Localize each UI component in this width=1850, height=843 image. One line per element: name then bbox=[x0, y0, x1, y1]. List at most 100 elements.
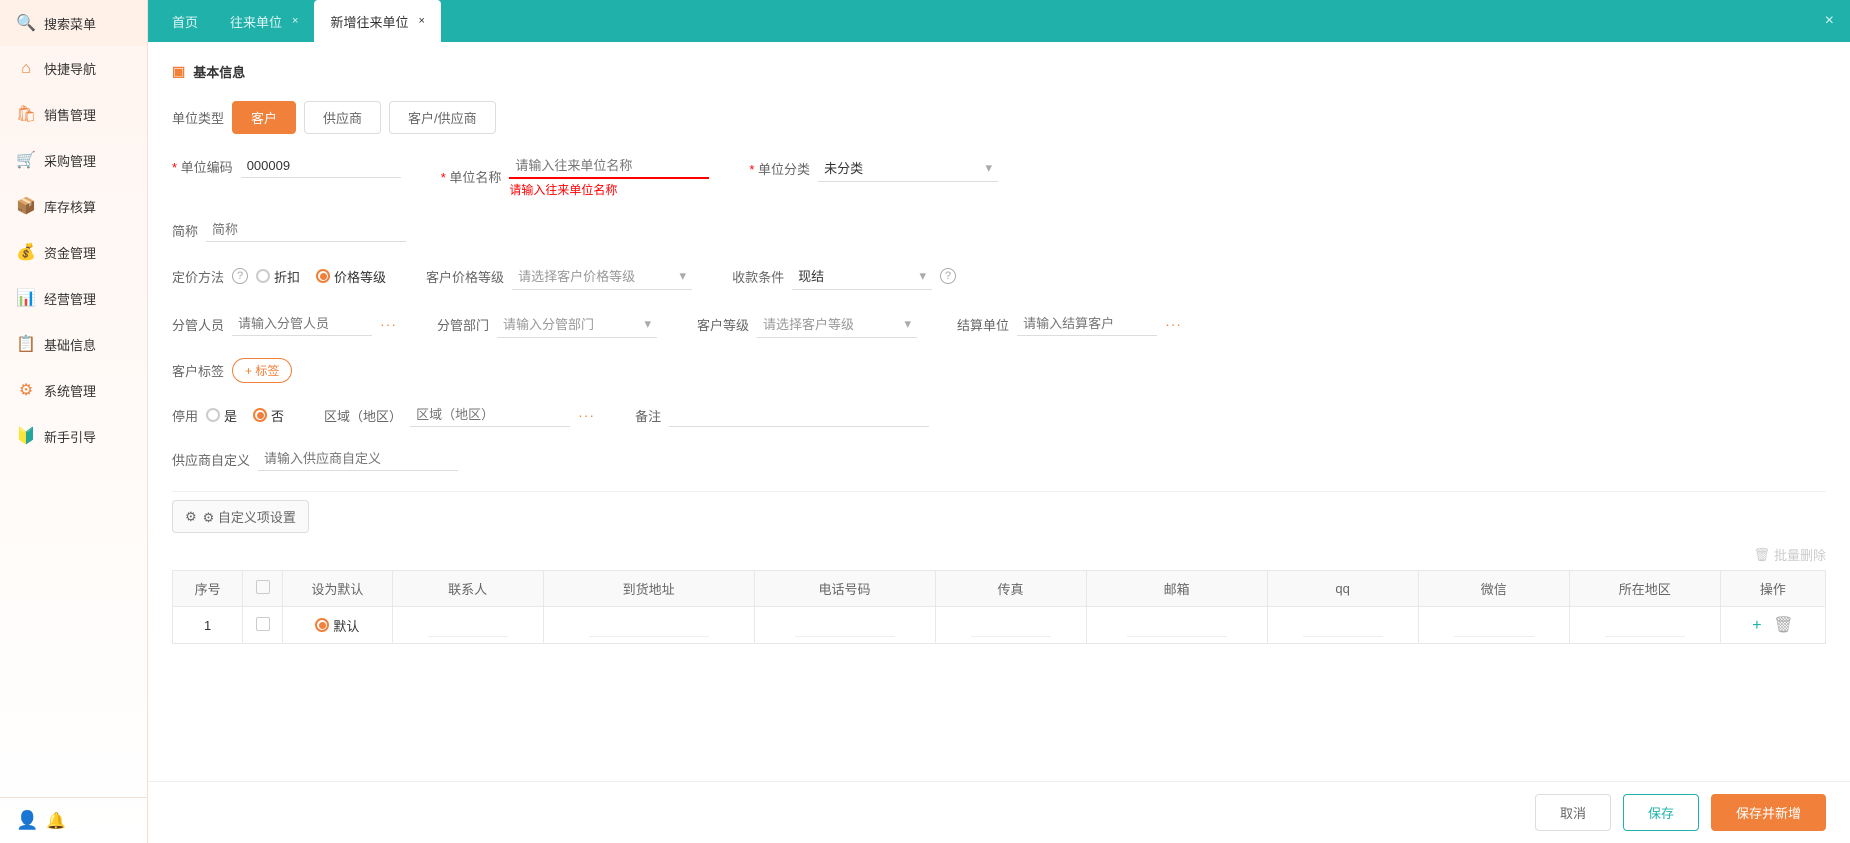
disabled-radio-group: 是 否 bbox=[206, 406, 284, 425]
tab-home[interactable]: 首页 bbox=[156, 0, 214, 42]
basic-info-icon: 📋 bbox=[16, 334, 36, 354]
unit-category-label: 单位分类 bbox=[749, 159, 810, 178]
delete-row-btn[interactable]: 🗑 bbox=[1773, 617, 1793, 634]
pricing-radio-level[interactable]: 价格等级 bbox=[316, 267, 386, 286]
unit-type-buttons: 客户 供应商 客户/供应商 bbox=[232, 101, 496, 134]
payment-terms-help-icon[interactable]: ? bbox=[940, 268, 956, 284]
contact-input[interactable] bbox=[428, 613, 508, 637]
phone-input[interactable] bbox=[795, 613, 895, 637]
th-action: 操作 bbox=[1720, 571, 1825, 607]
qq-input[interactable] bbox=[1303, 613, 1383, 637]
save-and-new-button[interactable]: 保存并新增 bbox=[1711, 794, 1826, 831]
fax-input[interactable] bbox=[971, 613, 1051, 637]
form-group-customer-price-level: 客户价格等级 请选择客户价格等级 ▾ bbox=[426, 262, 692, 290]
payment-terms-select[interactable]: 现结 ▾ bbox=[792, 262, 932, 290]
section-title: 基本信息 bbox=[193, 62, 245, 81]
custom-settings-btn[interactable]: ⚙ ⚙ 自定义项设置 bbox=[172, 500, 309, 533]
customer-level-select[interactable]: 请选择客户等级 ▾ bbox=[757, 310, 917, 338]
form-group-remarks: 备注 bbox=[635, 403, 929, 427]
disabled-radio-yes[interactable]: 是 bbox=[206, 406, 237, 425]
tab-partners-close[interactable]: × bbox=[292, 15, 298, 27]
manager-more-btn[interactable]: ··· bbox=[380, 316, 397, 332]
wechat-input[interactable] bbox=[1454, 613, 1534, 637]
type-btn-customer[interactable]: 客户 bbox=[232, 101, 296, 134]
supplier-custom-input[interactable] bbox=[258, 447, 458, 471]
home-icon: ⌂ bbox=[16, 60, 36, 78]
tabbar-close-all[interactable]: × bbox=[1817, 12, 1842, 30]
unit-code-label: 单位编码 bbox=[172, 157, 233, 176]
customer-price-level-select[interactable]: 请选择客户价格等级 ▾ bbox=[512, 262, 692, 290]
pricing-radio-group: 折扣 价格等级 bbox=[256, 267, 386, 286]
sidebar-item-quick-nav[interactable]: ⌂ 快捷导航 bbox=[0, 46, 147, 91]
table-region-input[interactable] bbox=[1605, 613, 1685, 637]
tab-partners[interactable]: 往来单位 × bbox=[214, 0, 314, 42]
cancel-button[interactable]: 取消 bbox=[1535, 794, 1611, 831]
sidebar-item-search[interactable]: 🔍 搜索菜单 bbox=[0, 0, 147, 46]
add-row-btn[interactable]: + bbox=[1752, 617, 1761, 634]
sidebar-item-guide[interactable]: 🔰 新手引导 bbox=[0, 413, 147, 459]
section-icon: ▣ bbox=[172, 63, 185, 80]
form-group-customer-level: 客户等级 请选择客户等级 ▾ bbox=[697, 310, 917, 338]
th-address: 到货地址 bbox=[543, 571, 754, 607]
radio-level-circle bbox=[316, 269, 330, 283]
disabled-radio-no[interactable]: 否 bbox=[253, 406, 284, 425]
sidebar-item-operations[interactable]: 📊 经营管理 bbox=[0, 275, 147, 321]
tab-new-partner[interactable]: 新增往来单位 × bbox=[314, 0, 440, 42]
set-default-radio[interactable]: 默认 bbox=[293, 616, 381, 635]
region-input[interactable] bbox=[410, 403, 570, 427]
inventory-icon: 📦 bbox=[16, 196, 36, 216]
search-icon: 🔍 bbox=[16, 13, 36, 33]
radio-no-circle bbox=[253, 408, 267, 422]
cell-address bbox=[543, 607, 754, 644]
form-row-pricing: 定价方法 ? 折扣 价格等级 客户价格等级 请选择客户价格等级 bbox=[172, 262, 1826, 290]
department-select[interactable]: 请输入分管部门 ▾ bbox=[497, 310, 657, 338]
form-group-manager: 分管人员 ··· bbox=[172, 312, 397, 336]
unit-category-select[interactable]: 未分类 ▾ bbox=[818, 154, 998, 182]
sidebar-item-inventory[interactable]: 📦 库存核算 bbox=[0, 183, 147, 229]
remarks-input[interactable] bbox=[669, 403, 929, 427]
default-radio-circle bbox=[315, 618, 329, 632]
th-email: 邮箱 bbox=[1086, 571, 1267, 607]
manager-input[interactable] bbox=[232, 312, 372, 336]
form-row-manager: 分管人员 ··· 分管部门 请输入分管部门 ▾ 客户等级 请选择客户等级 ▾ 结… bbox=[172, 310, 1826, 338]
address-input[interactable] bbox=[589, 613, 709, 637]
tabbar: 首页 往来单位 × 新增往来单位 × × bbox=[148, 0, 1850, 42]
short-name-input[interactable] bbox=[206, 218, 406, 242]
th-checkbox bbox=[243, 571, 283, 607]
form-group-settlement-unit: 结算单位 ··· bbox=[957, 312, 1182, 336]
operations-icon: 📊 bbox=[16, 288, 36, 308]
pricing-radio-discount[interactable]: 折扣 bbox=[256, 267, 300, 286]
tags-label: 客户标签 bbox=[172, 361, 224, 380]
unit-code-input[interactable] bbox=[241, 154, 401, 178]
cell-wechat bbox=[1418, 607, 1569, 644]
form-group-disabled: 停用 是 否 bbox=[172, 406, 284, 425]
type-btn-supplier[interactable]: 供应商 bbox=[304, 101, 381, 134]
sidebar-item-system[interactable]: ⚙ 系统管理 bbox=[0, 367, 147, 413]
type-btn-both[interactable]: 客户/供应商 bbox=[389, 101, 496, 134]
system-icon: ⚙ bbox=[16, 380, 36, 400]
cell-default: 默认 bbox=[283, 607, 392, 644]
tab-new-partner-close[interactable]: × bbox=[418, 15, 424, 27]
th-phone: 电话号码 bbox=[754, 571, 935, 607]
unit-name-input[interactable] bbox=[509, 154, 709, 179]
add-tag-btn[interactable]: + 标签 bbox=[232, 358, 292, 383]
th-qq: qq bbox=[1267, 571, 1418, 607]
sidebar-item-basic-info[interactable]: 📋 基础信息 bbox=[0, 321, 147, 367]
form-row-unit-code: 单位编码 单位名称 请输入往来单位名称 单位分类 未分类 ▾ bbox=[172, 154, 1826, 198]
email-input[interactable] bbox=[1127, 613, 1227, 637]
sidebar-item-purchase[interactable]: 🛒 采购管理 bbox=[0, 137, 147, 183]
settlement-unit-more-btn[interactable]: ··· bbox=[1165, 316, 1182, 332]
batch-delete-label[interactable]: 批量删除 bbox=[1774, 545, 1826, 564]
select-all-checkbox[interactable] bbox=[256, 580, 270, 594]
region-more-btn[interactable]: ··· bbox=[578, 407, 595, 423]
sidebar-item-finance[interactable]: 💰 资金管理 bbox=[0, 229, 147, 275]
save-button[interactable]: 保存 bbox=[1623, 794, 1699, 831]
row-checkbox[interactable] bbox=[256, 617, 270, 631]
main-content: 首页 往来单位 × 新增往来单位 × × ▣ 基本信息 单位类型 客户 供应商 … bbox=[148, 0, 1850, 843]
payment-terms-chevron: ▾ bbox=[920, 268, 927, 284]
settlement-unit-input[interactable] bbox=[1017, 312, 1157, 336]
unit-type-label: 单位类型 bbox=[172, 108, 224, 127]
sidebar-item-sales[interactable]: 🛍 销售管理 bbox=[0, 91, 147, 137]
form-group-pricing-method: 定价方法 ? 折扣 价格等级 bbox=[172, 267, 386, 286]
pricing-help-icon[interactable]: ? bbox=[232, 268, 248, 284]
